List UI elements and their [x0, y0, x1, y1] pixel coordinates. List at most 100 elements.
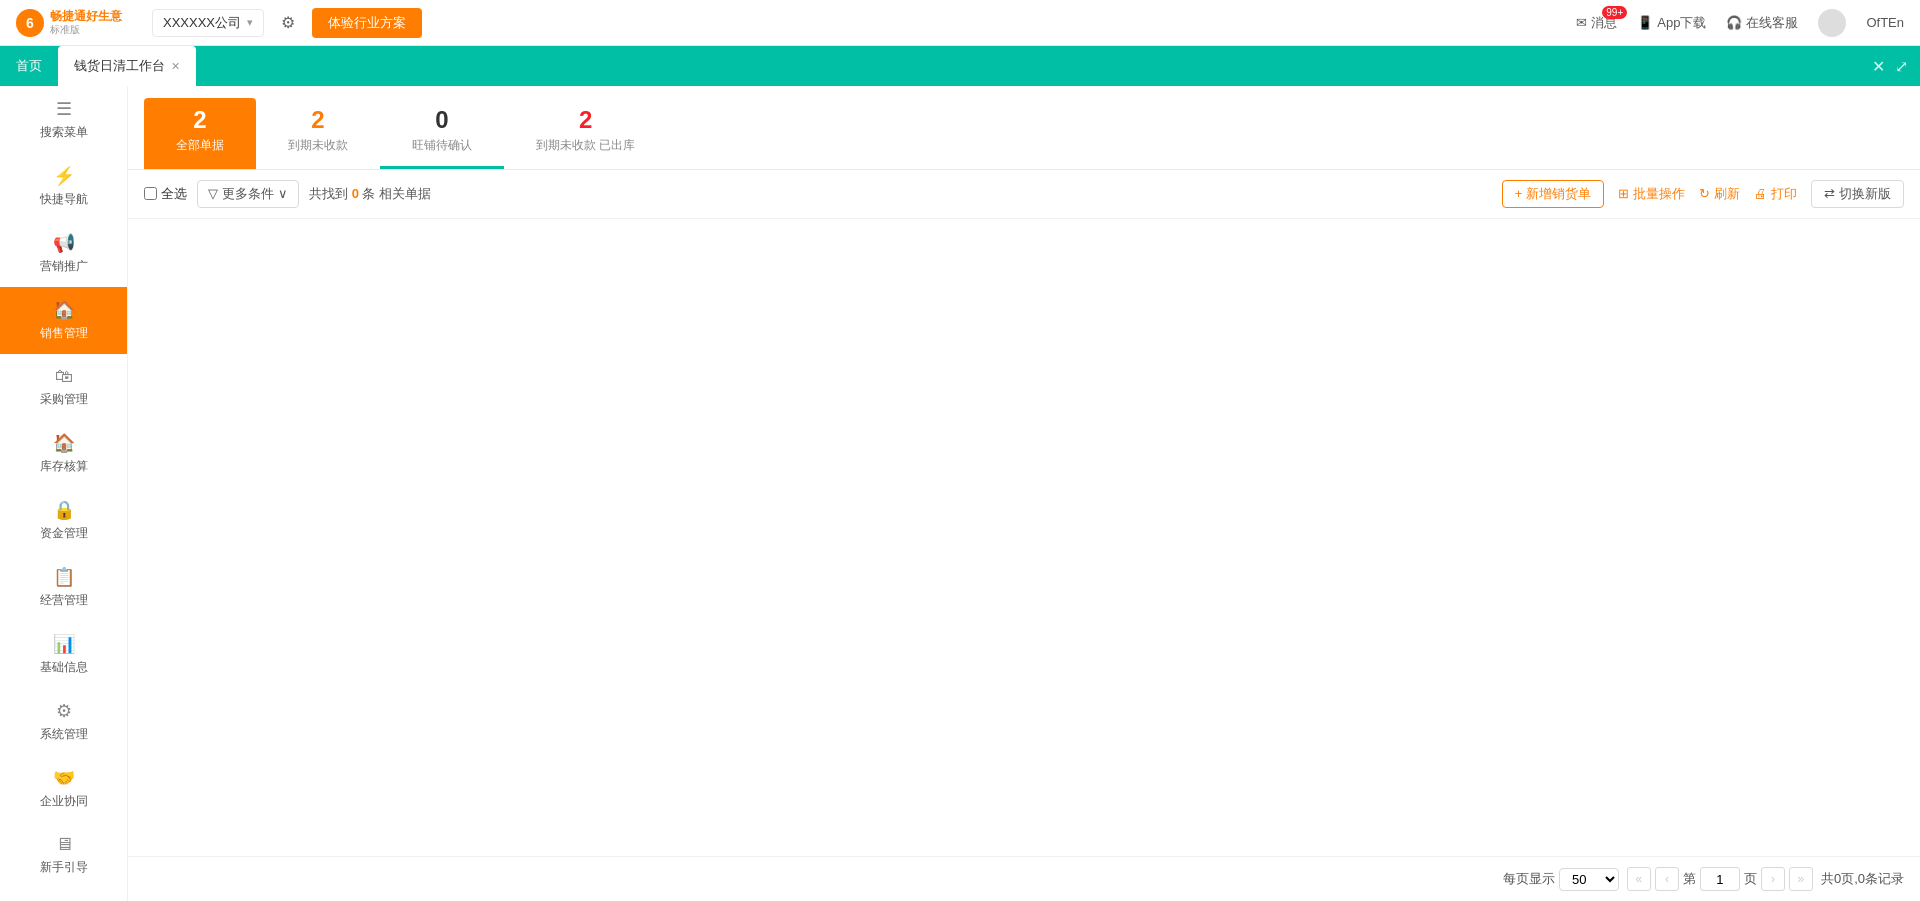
app-download-button[interactable]: 📱 App下载	[1637, 14, 1706, 32]
tab-cashflow-label: 钱货日清工作台	[74, 57, 165, 75]
tab-bar-actions: ✕ ⤢	[1872, 57, 1920, 76]
sidebar-item-marketing[interactable]: 📢 营销推广	[0, 220, 127, 287]
found-prefix: 共找到	[309, 186, 348, 201]
toolbar-right: + 新增销货单 ⊞ 批量操作 ↻ 刷新 🖨 打印 ⇄ 切换新版	[1502, 180, 1904, 208]
stat-card-all[interactable]: 2 全部单据	[144, 98, 256, 169]
last-page-button[interactable]: »	[1789, 867, 1813, 891]
tab-expand-icon[interactable]: ⤢	[1895, 57, 1908, 76]
stat-pending-number: 0	[435, 106, 448, 135]
stat-card-pending[interactable]: 0 旺铺待确认	[380, 98, 504, 169]
print-button[interactable]: 🖨 打印	[1754, 185, 1797, 203]
refresh-label: 刷新	[1714, 185, 1740, 203]
sidebar-quick-nav-label: 快捷导航	[40, 191, 88, 208]
logo-main-text: 畅捷通好生意	[50, 10, 122, 23]
related-label: 相关单据	[379, 186, 431, 201]
filter-icon: ▽	[208, 186, 218, 201]
stat-all-label: 全部单据	[176, 137, 224, 154]
sidebar-item-base-info[interactable]: 📊 基础信息	[0, 621, 127, 688]
switch-new-version-button[interactable]: ⇄ 切换新版	[1811, 180, 1904, 208]
select-all-checkbox[interactable]: 全选	[144, 185, 187, 203]
marketing-icon: 📢	[53, 232, 75, 254]
next-page-button[interactable]: ›	[1761, 867, 1785, 891]
select-all-input[interactable]	[144, 187, 157, 200]
sidebar-item-operations[interactable]: 📋 经营管理	[0, 554, 127, 621]
operations-icon: 📋	[53, 566, 75, 588]
inventory-icon: 🏠	[53, 432, 75, 454]
stat-card-overdue[interactable]: 2 到期未收款	[256, 98, 380, 169]
sidebar-base-info-label: 基础信息	[40, 659, 88, 676]
stat-pending-label: 旺铺待确认	[412, 137, 472, 154]
tab-close-window-icon[interactable]: ✕	[1872, 57, 1885, 76]
settings-icon[interactable]: ⚙	[272, 7, 304, 39]
sidebar-item-guide[interactable]: 🖥 新手引导	[0, 822, 127, 888]
sidebar-item-purchase[interactable]: 🛍 采购管理	[0, 354, 127, 420]
tab-cashflow[interactable]: 钱货日清工作台 ✕	[58, 46, 196, 86]
sidebar-item-quick-nav[interactable]: ⚡ 快捷导航	[0, 153, 127, 220]
logo-icon: 6	[16, 9, 44, 37]
per-page-select: 每页显示 50 100 200	[1503, 868, 1619, 891]
sidebar-item-search[interactable]: ☰ 搜索菜单	[0, 86, 127, 153]
sidebar: ☰ 搜索菜单 ⚡ 快捷导航 📢 营销推广 🏠 销售管理 🛍 采购管理 🏠 库存核…	[0, 86, 128, 901]
messages-button[interactable]: ✉ 消息 99+	[1576, 14, 1617, 32]
pagination-bar: 每页显示 50 100 200 « ‹ 第 页 › » 共0页,0条记录	[128, 856, 1920, 901]
stats-row: 2 全部单据 2 到期未收款 0 旺铺待确认 2 到期未收款 已出库	[128, 86, 1920, 170]
sidebar-item-enterprise[interactable]: 🤝 企业协同	[0, 755, 127, 822]
page-input[interactable]	[1700, 867, 1740, 891]
new-sales-order-button[interactable]: + 新增销货单	[1502, 180, 1604, 208]
sidebar-item-inventory[interactable]: 🏠 库存核算	[0, 420, 127, 487]
main-layout: ☰ 搜索菜单 ⚡ 快捷导航 📢 营销推广 🏠 销售管理 🛍 采购管理 🏠 库存核…	[0, 86, 1920, 901]
online-service-button[interactable]: 🎧 在线客服	[1726, 14, 1798, 32]
sidebar-sales-label: 销售管理	[40, 325, 88, 342]
sidebar-purchase-label: 采购管理	[40, 391, 88, 408]
page-nav: « ‹ 第 页 › »	[1627, 867, 1813, 891]
sidebar-system-label: 系统管理	[40, 726, 88, 743]
top-bar: 6 畅捷通好生意 标准版 XXXXXX公司 ▾ ⚙ 体验行业方案 ✉ 消息 99…	[0, 0, 1920, 46]
prev-page-button[interactable]: ‹	[1655, 867, 1679, 891]
sidebar-item-sales[interactable]: 🏠 销售管理	[0, 287, 127, 354]
user-name[interactable]: OfTEn	[1866, 15, 1904, 30]
tab-home[interactable]: 首页	[0, 46, 58, 86]
print-label: 打印	[1771, 185, 1797, 203]
messages-badge: 99+	[1602, 6, 1627, 19]
batch-operation-button[interactable]: ⊞ 批量操作	[1618, 185, 1685, 203]
total-records: 共0页,0条记录	[1821, 870, 1904, 888]
switch-label: 切换新版	[1839, 185, 1891, 203]
stat-card-shipped[interactable]: 2 到期未收款 已出库	[504, 98, 667, 169]
sidebar-marketing-label: 营销推广	[40, 258, 88, 275]
experience-button[interactable]: 体验行业方案	[312, 8, 422, 38]
tab-close-icon[interactable]: ✕	[171, 60, 180, 73]
toolbar: 全选 ▽ 更多条件 ∨ 共找到 0 条 相关单据 + 新增销货单 ⊞	[128, 170, 1920, 219]
company-selector[interactable]: XXXXXX公司 ▾	[152, 9, 264, 37]
online-service-label: 在线客服	[1746, 14, 1798, 32]
purchase-icon: 🛍	[55, 366, 73, 387]
sidebar-item-finance[interactable]: 🔒 资金管理	[0, 487, 127, 554]
filter-button[interactable]: ▽ 更多条件 ∨	[197, 180, 299, 208]
enterprise-icon: 🤝	[53, 767, 75, 789]
refresh-button[interactable]: ↻ 刷新	[1699, 185, 1740, 203]
per-page-dropdown[interactable]: 50 100 200	[1559, 868, 1619, 891]
print-icon: 🖨	[1754, 186, 1767, 201]
stat-shipped-label: 到期未收款 已出库	[536, 137, 635, 154]
sidebar-finance-label: 资金管理	[40, 525, 88, 542]
stat-shipped-number: 2	[579, 106, 592, 135]
message-icon: ✉	[1576, 15, 1587, 30]
guide-icon: 🖥	[55, 834, 73, 855]
tab-home-label: 首页	[16, 57, 42, 75]
sidebar-guide-label: 新手引导	[40, 859, 88, 876]
avatar[interactable]	[1818, 9, 1846, 37]
filter-chevron-icon: ∨	[278, 186, 288, 201]
sidebar-item-system[interactable]: ⚙ 系统管理	[0, 688, 127, 755]
select-all-label: 全选	[161, 185, 187, 203]
tab-bar: 首页 钱货日清工作台 ✕ ✕ ⤢	[0, 46, 1920, 86]
refresh-icon: ↻	[1699, 186, 1710, 201]
toolbar-left: 全选 ▽ 更多条件 ∨ 共找到 0 条 相关单据	[144, 180, 431, 208]
quick-nav-icon: ⚡	[53, 165, 75, 187]
sidebar-item-app-center[interactable]: 📦 应用中心	[0, 888, 127, 901]
page-prefix: 第	[1683, 870, 1696, 888]
first-page-button[interactable]: «	[1627, 867, 1651, 891]
download-icon: 📱	[1637, 15, 1653, 30]
sidebar-operations-label: 经营管理	[40, 592, 88, 609]
page-suffix: 页	[1744, 870, 1757, 888]
system-icon: ⚙	[56, 700, 72, 722]
sidebar-search-label: 搜索菜单	[40, 124, 88, 141]
